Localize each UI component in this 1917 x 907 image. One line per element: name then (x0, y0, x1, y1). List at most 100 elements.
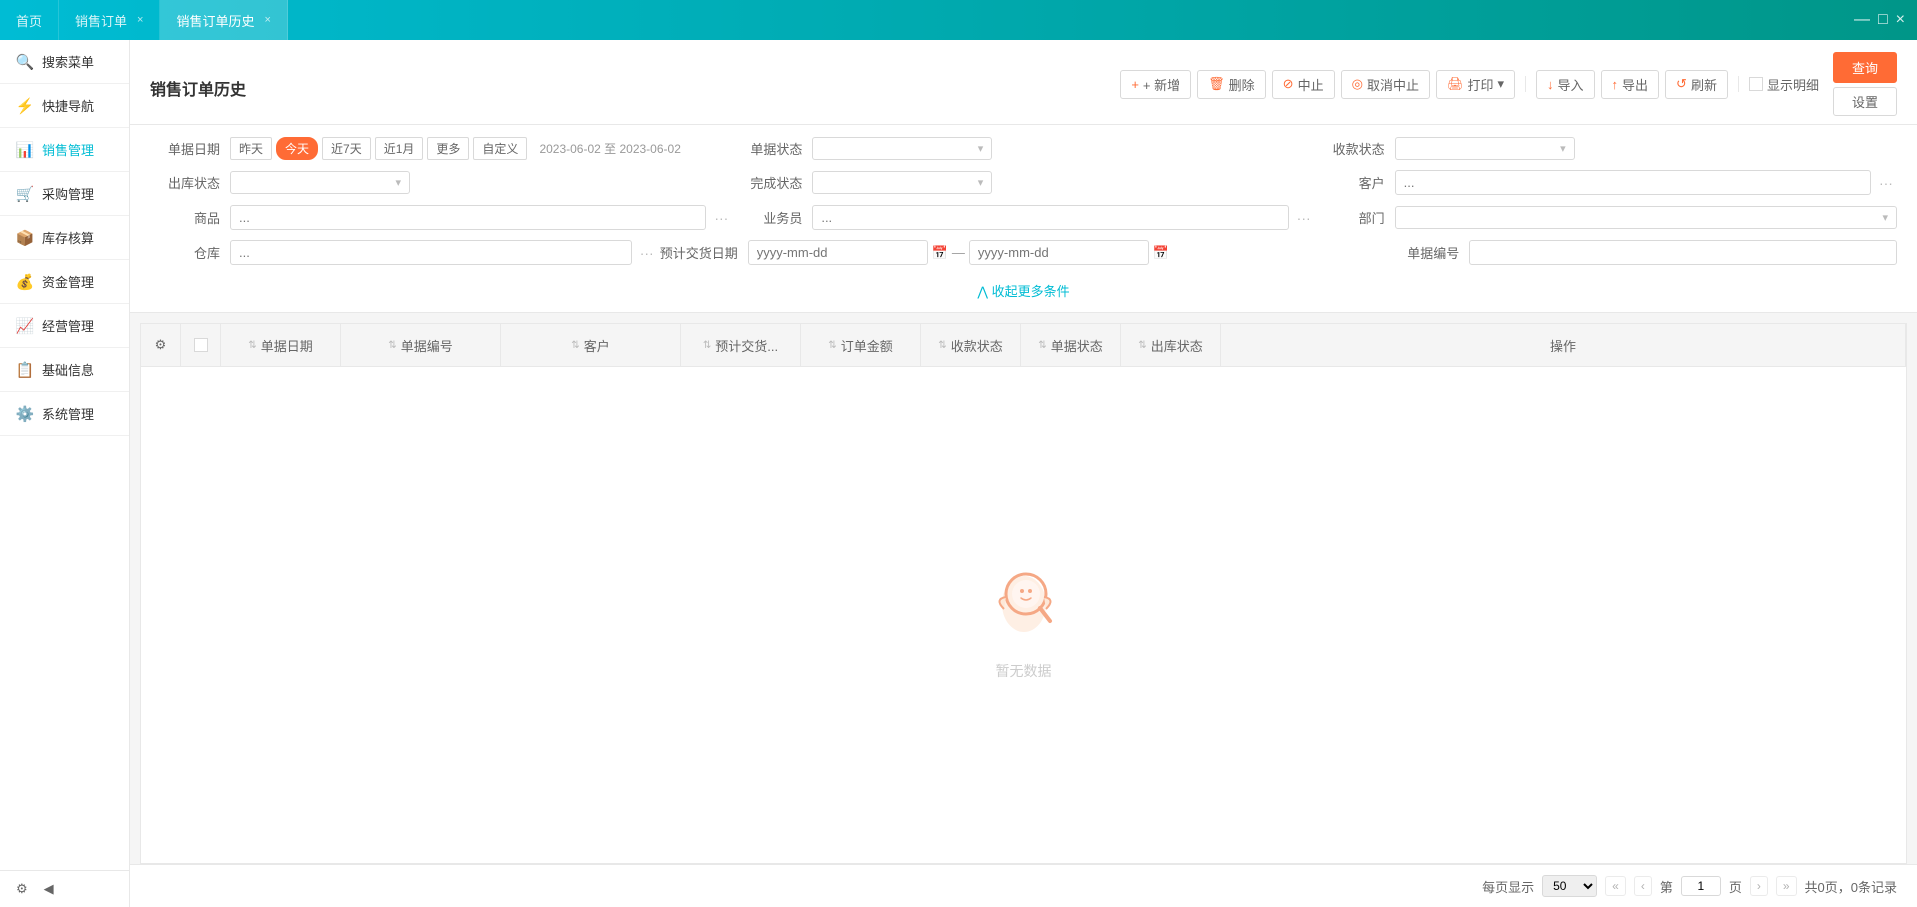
new-label: + 新增 (1143, 75, 1180, 94)
th-delivery: ⇅ 预计交货... (681, 324, 801, 366)
first-page-btn[interactable]: « (1605, 876, 1626, 896)
out-status-select[interactable]: ▾ (230, 171, 410, 194)
sort-icon-receipt[interactable]: ⇅ (938, 340, 946, 351)
goods-input[interactable] (230, 205, 706, 230)
th-checkbox[interactable] (181, 324, 221, 366)
sidebar-item-finance[interactable]: 💰 资金管理 (0, 260, 129, 304)
order-no-input[interactable] (1469, 240, 1897, 265)
tab-home-label: 首页 (16, 11, 42, 30)
new-btn[interactable]: + + 新增 (1120, 70, 1191, 99)
import-btn[interactable]: ↓ 导入 (1536, 70, 1595, 99)
inventory-icon: 📦 (16, 229, 34, 247)
sort-icon-out[interactable]: ⇅ (1138, 340, 1146, 351)
delivery-date-from[interactable] (748, 240, 928, 265)
empty-illustration (974, 549, 1074, 649)
print-icon: 🖨 (1447, 76, 1464, 92)
refresh-btn[interactable]: ↺ 刷新 (1665, 70, 1728, 99)
salesman-ellipsis[interactable]: ··· (1293, 210, 1315, 226)
department-select[interactable]: ▾ (1395, 206, 1897, 229)
total-text: 共0页，0条记录 (1805, 877, 1897, 896)
sidebar-settings-icon[interactable]: ⚙ (16, 881, 28, 897)
sort-icon-order-status[interactable]: ⇅ (1038, 340, 1046, 351)
warehouse-input[interactable] (230, 240, 632, 265)
customer-label: 客户 (1315, 173, 1395, 192)
sidebar-item-business[interactable]: 📈 经营管理 (0, 304, 129, 348)
sidebar-item-inventory[interactable]: 📦 库存核算 (0, 216, 129, 260)
export-label: 导出 (1622, 75, 1648, 94)
tab-sales-order[interactable]: 销售订单 × (59, 0, 160, 40)
date-btn-more[interactable]: 更多 (427, 137, 469, 160)
complete-status-content: ▾ (812, 171, 1314, 194)
delete-btn[interactable]: 🗑 删除 (1197, 70, 1266, 99)
last-page-btn[interactable]: » (1776, 876, 1797, 896)
salesman-input[interactable] (812, 205, 1288, 230)
empty-text: 暂无数据 (996, 661, 1052, 681)
sort-icon-date[interactable]: ⇅ (248, 340, 256, 351)
th-amount: ⇅ 订单金额 (801, 324, 921, 366)
th-settings[interactable]: ⚙ (141, 324, 181, 366)
export-btn[interactable]: ↑ 导出 (1601, 70, 1660, 99)
query-btn[interactable]: 查询 (1833, 52, 1897, 83)
sidebar-item-search-menu[interactable]: 🔍 搜索菜单 (0, 40, 129, 84)
department-label: 部门 (1315, 208, 1395, 227)
sidebar-item-basic-info[interactable]: 📋 基础信息 (0, 348, 129, 392)
sidebar-item-sales-mgmt[interactable]: 📊 销售管理 (0, 128, 129, 172)
tab-sales-history-close[interactable]: × (264, 14, 270, 26)
cancel-stop-btn[interactable]: ◎ 取消中止 (1341, 70, 1430, 99)
warehouse-ellipsis[interactable]: ··· (636, 245, 658, 261)
date-btn-yesterday[interactable]: 昨天 (230, 137, 272, 160)
date-btn-7days[interactable]: 近7天 (322, 137, 371, 160)
tab-sales-history[interactable]: 销售订单历史 × (160, 0, 287, 40)
display-detail-label: 显示明细 (1767, 75, 1819, 94)
th-action: 操作 (1221, 324, 1906, 366)
maximize-btn[interactable]: □ (1878, 12, 1888, 28)
sort-icon-delivery[interactable]: ⇅ (703, 340, 711, 351)
date-btn-1month[interactable]: 近1月 (375, 137, 424, 160)
settings-btn[interactable]: 设置 (1833, 87, 1897, 116)
sidebar-item-system[interactable]: ⚙️ 系统管理 (0, 392, 129, 436)
sidebar-collapse-icon[interactable]: ◀ (44, 881, 54, 897)
complete-status-select[interactable]: ▾ (812, 171, 992, 194)
stop-btn[interactable]: ⊘ 中止 (1272, 70, 1335, 99)
sort-icon-order[interactable]: ⇅ (388, 340, 396, 351)
goods-ellipsis[interactable]: ··· (710, 210, 732, 226)
current-page-input[interactable] (1681, 876, 1721, 896)
prev-page-btn[interactable]: ‹ (1634, 876, 1652, 896)
tab-sales-order-close[interactable]: × (137, 14, 143, 26)
delivery-date-to[interactable] (969, 240, 1149, 265)
order-status-select[interactable]: ▾ (812, 137, 992, 160)
basic-info-icon: 📋 (16, 361, 34, 379)
page-size-select[interactable]: 50 10 20 100 (1542, 875, 1597, 897)
tab-home[interactable]: 首页 (0, 0, 59, 40)
sidebar-item-purchase-mgmt[interactable]: 🛒 采购管理 (0, 172, 129, 216)
query-label: 查询 (1852, 61, 1878, 76)
stop-label: 中止 (1298, 75, 1324, 94)
sort-icon-amount[interactable]: ⇅ (828, 340, 836, 351)
customer-ellipsis[interactable]: ··· (1875, 175, 1897, 191)
calendar-icon-from[interactable]: 📅 (932, 245, 948, 261)
receipt-status-select[interactable]: ▾ (1395, 137, 1575, 160)
toolbar-divider1 (1525, 76, 1526, 92)
main-layout: 🔍 搜索菜单 ⚡ 快捷导航 📊 销售管理 🛒 采购管理 📦 库存核算 💰 资金管… (0, 40, 1917, 907)
goods-content: ··· (230, 205, 732, 230)
date-btn-custom[interactable]: 自定义 (473, 137, 527, 160)
th-receipt-label: 收款状态 (951, 336, 1003, 355)
th-amount-label: 订单金额 (841, 336, 893, 355)
date-btn-today[interactable]: 今天 (276, 137, 318, 160)
business-icon: 📈 (16, 317, 34, 335)
minimize-btn[interactable]: — (1854, 12, 1870, 28)
order-no-label: 单据编号 (1389, 243, 1469, 262)
next-page-btn[interactable]: › (1750, 876, 1768, 896)
close-btn[interactable]: × (1896, 12, 1905, 28)
page-word: 第 (1660, 877, 1673, 896)
display-detail-checkbox[interactable]: 显示明细 (1749, 75, 1819, 94)
collapse-bar[interactable]: ⋀ 收起更多条件 (150, 275, 1897, 300)
sales-mgmt-icon: 📊 (16, 141, 34, 159)
select-all-checkbox[interactable] (194, 338, 208, 352)
customer-input[interactable] (1395, 170, 1871, 195)
print-btn[interactable]: 🖨 打印 ▾ (1436, 70, 1515, 99)
sort-icon-customer[interactable]: ⇅ (571, 340, 579, 351)
sidebar-item-quick-nav[interactable]: ⚡ 快捷导航 (0, 84, 129, 128)
th-action-label: 操作 (1550, 336, 1576, 355)
calendar-icon-to[interactable]: 📅 (1153, 245, 1169, 261)
